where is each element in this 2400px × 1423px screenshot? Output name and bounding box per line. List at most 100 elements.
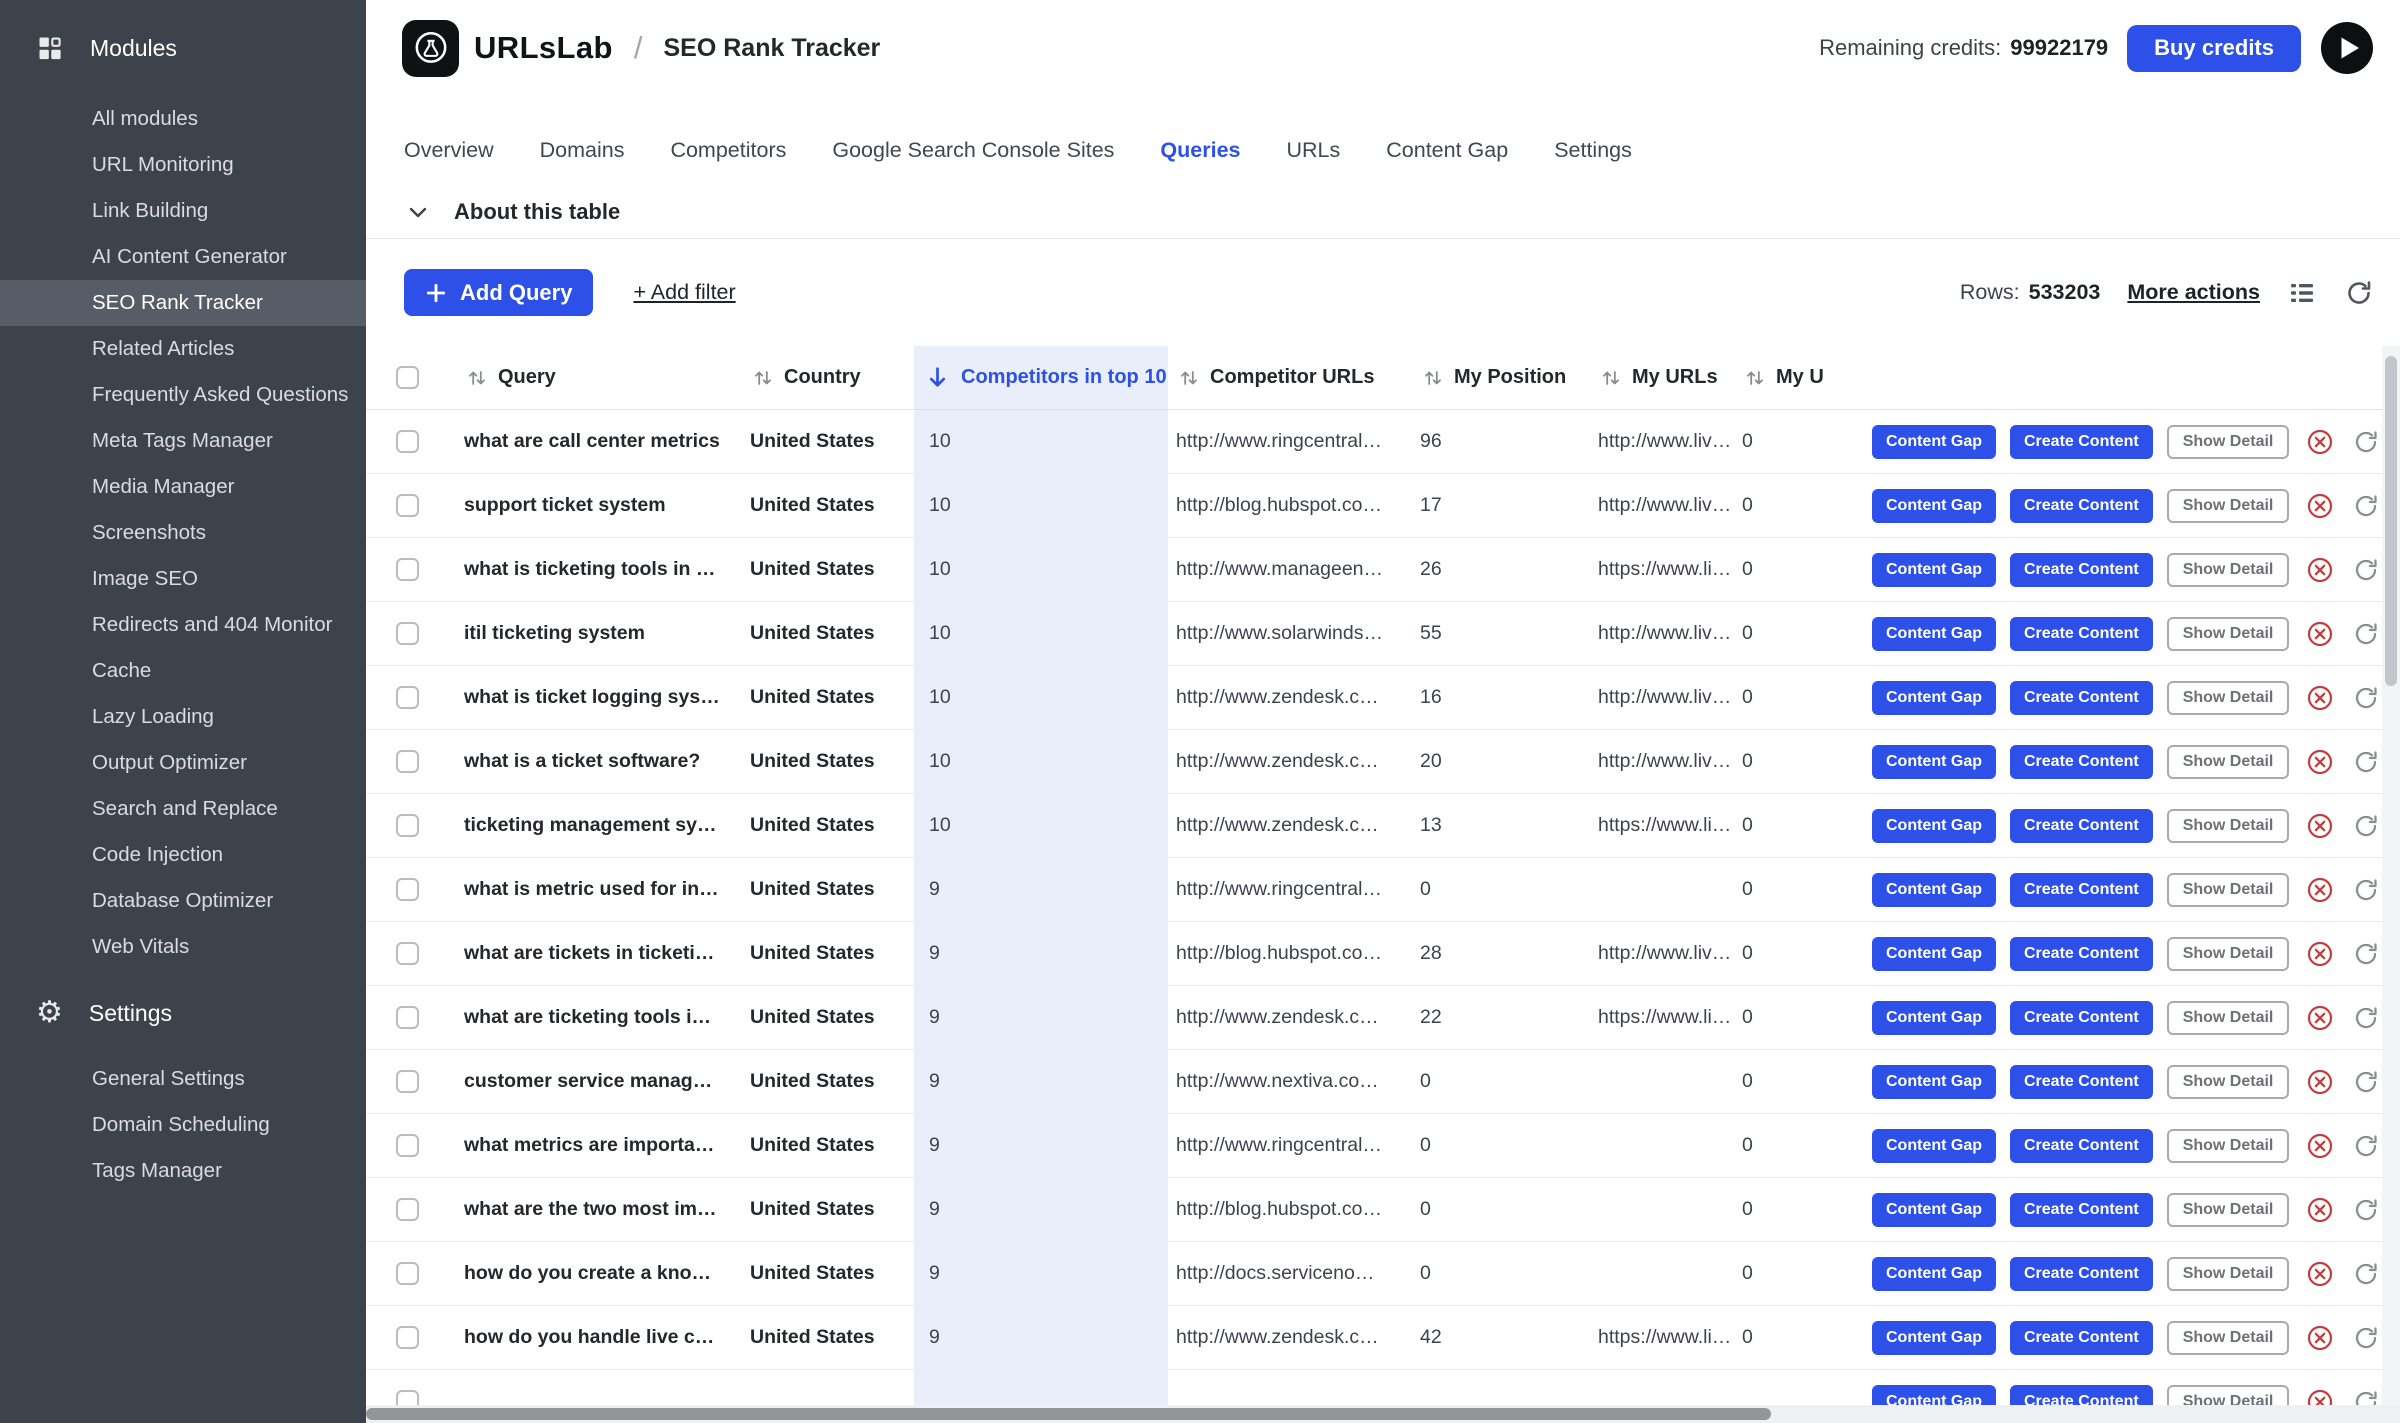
urlslab-logo[interactable] bbox=[402, 19, 459, 77]
create-content-button[interactable]: Create Content bbox=[2010, 936, 2153, 971]
content-gap-button[interactable]: Content Gap bbox=[1872, 1128, 1996, 1163]
content-gap-button[interactable]: Content Gap bbox=[1872, 680, 1996, 715]
row-checkbox[interactable] bbox=[396, 1262, 419, 1285]
row-checkbox[interactable] bbox=[396, 942, 419, 965]
content-gap-button[interactable]: Content Gap bbox=[1872, 616, 1996, 651]
sidebar-item-image-seo[interactable]: Image SEO bbox=[0, 556, 366, 602]
show-detail-button[interactable]: Show Detail bbox=[2166, 936, 2290, 971]
column-header-query[interactable]: Query bbox=[456, 346, 742, 409]
reload-icon[interactable] bbox=[2351, 1131, 2381, 1161]
remove-circle-icon[interactable] bbox=[2305, 491, 2335, 521]
create-content-button[interactable]: Create Content bbox=[2010, 552, 2153, 587]
reload-icon[interactable] bbox=[2351, 811, 2381, 841]
row-checkbox[interactable] bbox=[396, 686, 419, 709]
add-query-button[interactable]: Add Query bbox=[404, 269, 594, 316]
buy-credits-button[interactable]: Buy credits bbox=[2127, 24, 2301, 72]
sidebar-settings-header[interactable]: ⚙ Settings bbox=[0, 970, 366, 1056]
show-detail-button[interactable]: Show Detail bbox=[2166, 1320, 2290, 1355]
row-checkbox[interactable] bbox=[396, 1134, 419, 1157]
create-content-button[interactable]: Create Content bbox=[2010, 1256, 2153, 1291]
column-header-competitors-in-top-10[interactable]: Competitors in top 10 bbox=[914, 346, 1168, 409]
sidebar-item-meta-tags-manager[interactable]: Meta Tags Manager bbox=[0, 418, 366, 464]
tab-domains[interactable]: Domains bbox=[517, 138, 648, 163]
add-filter-link[interactable]: + Add filter bbox=[633, 280, 735, 305]
create-content-button[interactable]: Create Content bbox=[2010, 1000, 2153, 1035]
create-content-button[interactable]: Create Content bbox=[2010, 808, 2153, 843]
remove-circle-icon[interactable] bbox=[2305, 619, 2335, 649]
tab-overview[interactable]: Overview bbox=[381, 138, 517, 163]
reload-icon[interactable] bbox=[2351, 427, 2381, 457]
show-detail-button[interactable]: Show Detail bbox=[2166, 552, 2290, 587]
reload-icon[interactable] bbox=[2351, 1195, 2381, 1225]
sidebar-item-search-and-replace[interactable]: Search and Replace bbox=[0, 786, 366, 832]
reload-icon[interactable] bbox=[2351, 619, 2381, 649]
sidebar-item-database-optimizer[interactable]: Database Optimizer bbox=[0, 878, 366, 924]
sidebar-item-media-manager[interactable]: Media Manager bbox=[0, 464, 366, 510]
reload-icon[interactable] bbox=[2351, 1387, 2381, 1405]
show-detail-button[interactable]: Show Detail bbox=[2166, 1128, 2290, 1163]
create-content-button[interactable]: Create Content bbox=[2010, 1192, 2153, 1227]
about-this-table-toggle[interactable]: About this table bbox=[366, 185, 2400, 239]
column-header-competitor-urls[interactable]: Competitor URLs bbox=[1168, 346, 1412, 409]
row-checkbox[interactable] bbox=[396, 1198, 419, 1221]
sidebar-item-screenshots[interactable]: Screenshots bbox=[0, 510, 366, 556]
content-gap-button[interactable]: Content Gap bbox=[1872, 744, 1996, 779]
row-checkbox[interactable] bbox=[396, 750, 419, 773]
reload-icon[interactable] bbox=[2351, 683, 2381, 713]
create-content-button[interactable]: Create Content bbox=[2010, 616, 2153, 651]
row-checkbox[interactable] bbox=[396, 494, 419, 517]
remove-circle-icon[interactable] bbox=[2305, 811, 2335, 841]
remove-circle-icon[interactable] bbox=[2305, 683, 2335, 713]
create-content-button[interactable]: Create Content bbox=[2010, 1128, 2153, 1163]
content-gap-button[interactable]: Content Gap bbox=[1872, 1256, 1996, 1291]
remove-circle-icon[interactable] bbox=[2305, 1067, 2335, 1097]
content-gap-button[interactable]: Content Gap bbox=[1872, 872, 1996, 907]
sidebar-item-general-settings[interactable]: General Settings bbox=[0, 1056, 366, 1102]
show-detail-button[interactable]: Show Detail bbox=[2166, 680, 2290, 715]
create-content-button[interactable]: Create Content bbox=[2010, 744, 2153, 779]
show-detail-button[interactable]: Show Detail bbox=[2166, 872, 2290, 907]
row-checkbox[interactable] bbox=[396, 430, 419, 453]
column-header-my-urls[interactable]: My URLs bbox=[1590, 346, 1734, 409]
remove-circle-icon[interactable] bbox=[2305, 747, 2335, 777]
create-content-button[interactable]: Create Content bbox=[2010, 424, 2153, 459]
sidebar-item-cache[interactable]: Cache bbox=[0, 648, 366, 694]
content-gap-button[interactable]: Content Gap bbox=[1872, 488, 1996, 523]
sidebar-item-domain-scheduling[interactable]: Domain Scheduling bbox=[0, 1102, 366, 1148]
horizontal-scrollbar[interactable] bbox=[366, 1405, 2400, 1423]
sidebar-item-link-building[interactable]: Link Building bbox=[0, 188, 366, 234]
row-checkbox[interactable] bbox=[396, 814, 419, 837]
sidebar-item-web-vitals[interactable]: Web Vitals bbox=[0, 924, 366, 970]
more-actions-link[interactable]: More actions bbox=[2127, 280, 2260, 305]
row-checkbox[interactable] bbox=[396, 1390, 419, 1405]
show-detail-button[interactable]: Show Detail bbox=[2166, 616, 2290, 651]
tab-competitors[interactable]: Competitors bbox=[647, 138, 809, 163]
create-content-button[interactable]: Create Content bbox=[2010, 1064, 2153, 1099]
show-detail-button[interactable]: Show Detail bbox=[2166, 1256, 2290, 1291]
create-content-button[interactable]: Create Content bbox=[2010, 872, 2153, 907]
column-header-my-position[interactable]: My Position bbox=[1412, 346, 1590, 409]
sidebar-item-ai-content-generator[interactable]: AI Content Generator bbox=[0, 234, 366, 280]
vertical-scrollbar-thumb[interactable] bbox=[2385, 356, 2397, 686]
sidebar-item-output-optimizer[interactable]: Output Optimizer bbox=[0, 740, 366, 786]
show-detail-button[interactable]: Show Detail bbox=[2166, 424, 2290, 459]
sidebar-item-all-modules[interactable]: All modules bbox=[0, 96, 366, 142]
create-content-button[interactable]: Create Content bbox=[2010, 1320, 2153, 1355]
remove-circle-icon[interactable] bbox=[2305, 1323, 2335, 1353]
row-checkbox[interactable] bbox=[396, 558, 419, 581]
content-gap-button[interactable]: Content Gap bbox=[1872, 424, 1996, 459]
row-checkbox[interactable] bbox=[396, 878, 419, 901]
create-content-button[interactable]: Create Content bbox=[2010, 680, 2153, 715]
content-gap-button[interactable]: Content Gap bbox=[1872, 552, 1996, 587]
remove-circle-icon[interactable] bbox=[2305, 875, 2335, 905]
content-gap-button[interactable]: Content Gap bbox=[1872, 1000, 1996, 1035]
sidebar-item-lazy-loading[interactable]: Lazy Loading bbox=[0, 694, 366, 740]
tab-settings[interactable]: Settings bbox=[1531, 138, 1655, 163]
row-checkbox[interactable] bbox=[396, 1070, 419, 1093]
show-detail-button[interactable]: Show Detail bbox=[2166, 488, 2290, 523]
reload-icon[interactable] bbox=[2351, 1003, 2381, 1033]
vertical-scrollbar[interactable] bbox=[2382, 346, 2400, 1405]
content-gap-button[interactable]: Content Gap bbox=[1872, 936, 1996, 971]
reload-icon[interactable] bbox=[2351, 939, 2381, 969]
show-detail-button[interactable]: Show Detail bbox=[2166, 808, 2290, 843]
